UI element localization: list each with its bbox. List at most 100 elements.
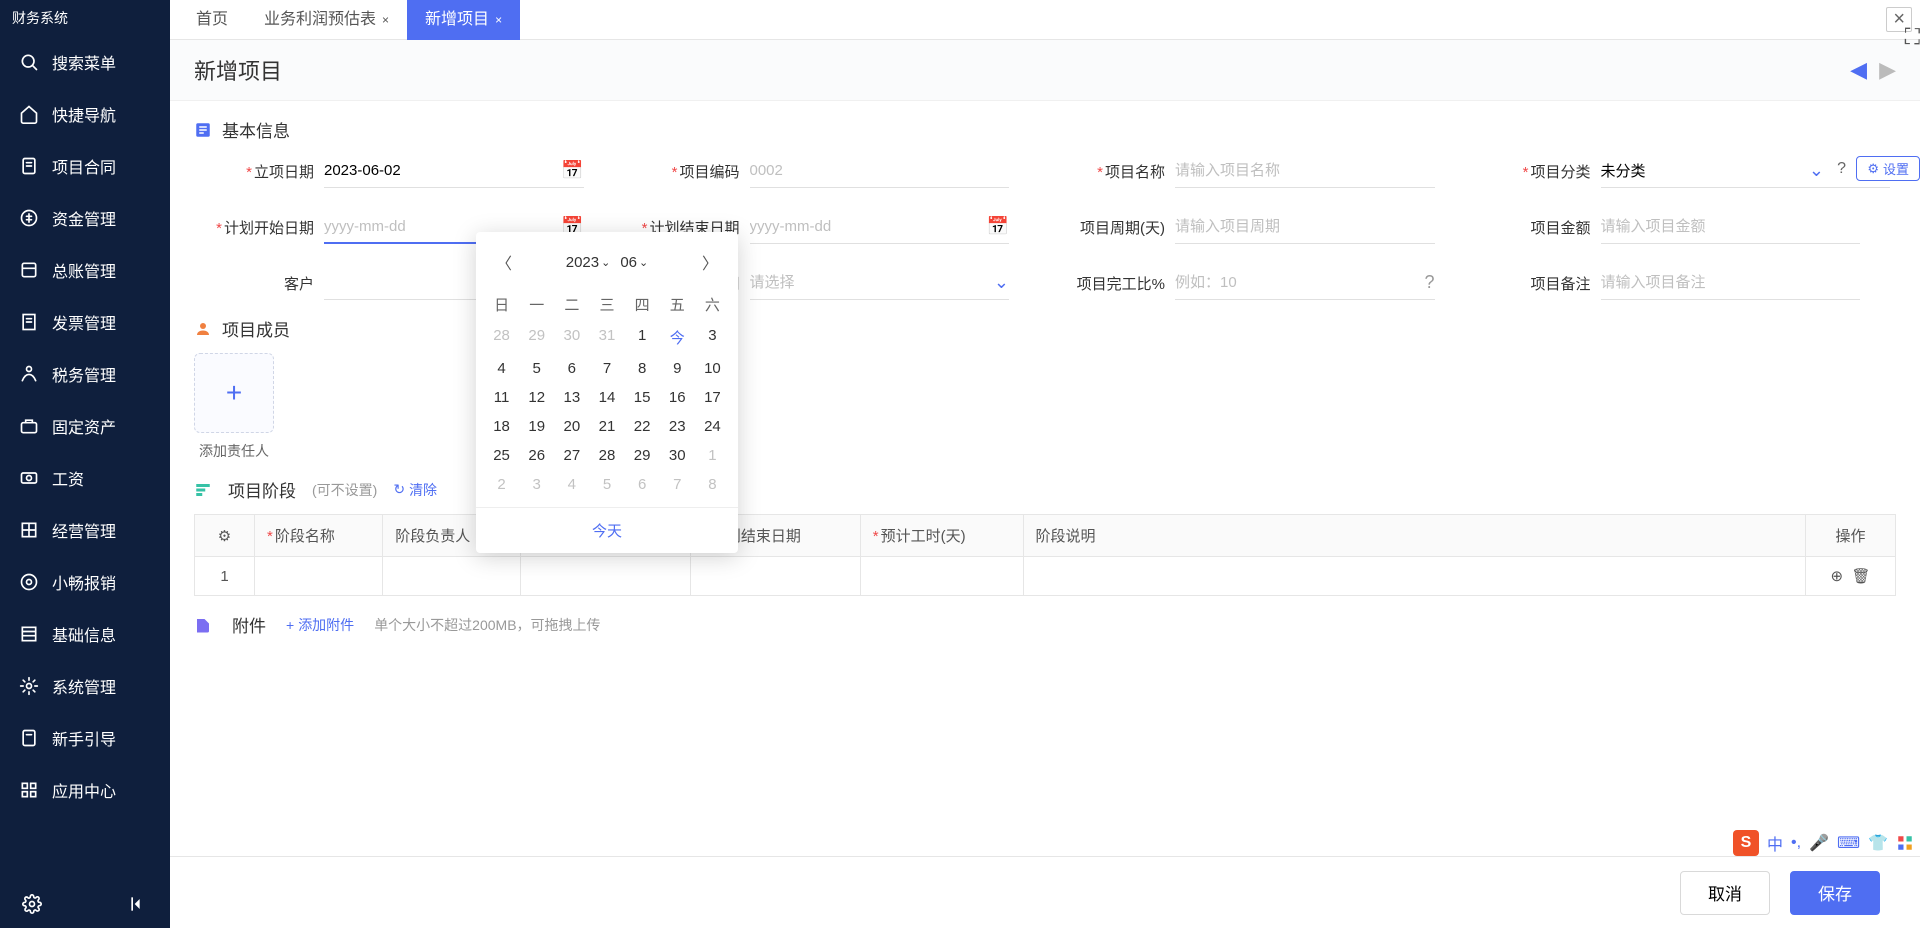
delete-row-icon[interactable]: 🗑 [1851, 568, 1870, 585]
dp-day[interactable]: 3 [695, 321, 730, 354]
remark-field[interactable] [1601, 266, 1861, 300]
dp-day[interactable]: 19 [519, 412, 554, 441]
estab-date-field[interactable] [324, 154, 584, 188]
dp-day[interactable]: 28 [589, 441, 624, 470]
dp-day[interactable]: 今 [660, 321, 695, 354]
ime-lang[interactable]: 中 [1767, 831, 1783, 855]
dept-select[interactable] [750, 266, 1010, 300]
help-icon[interactable]: ? [1837, 160, 1846, 178]
dp-day[interactable]: 5 [589, 470, 624, 499]
next-record-icon[interactable]: ▶ [1879, 57, 1896, 83]
tab-0[interactable]: 首页 [178, 0, 246, 40]
sidebar-item-1[interactable]: 快捷导航 [0, 88, 170, 140]
dp-day[interactable]: 1 [625, 321, 660, 354]
dp-day[interactable]: 9 [660, 354, 695, 383]
dp-day[interactable]: 12 [519, 383, 554, 412]
sidebar-item-3[interactable]: 资金管理 [0, 192, 170, 244]
collapse-icon[interactable] [128, 894, 148, 914]
keyboard-icon[interactable]: ⌨ [1837, 833, 1860, 853]
year-select[interactable]: 2023⌄ [566, 254, 611, 271]
dp-day[interactable]: 30 [554, 321, 589, 354]
proj-class-select[interactable] [1601, 154, 1891, 188]
sidebar-item-12[interactable]: 系统管理 [0, 660, 170, 712]
dp-day[interactable]: 4 [554, 470, 589, 499]
sidebar-item-6[interactable]: 税务管理 [0, 348, 170, 400]
skin-icon[interactable]: 👕 [1868, 833, 1888, 853]
dp-day[interactable]: 20 [554, 412, 589, 441]
sidebar-item-5[interactable]: 发票管理 [0, 296, 170, 348]
dp-day[interactable]: 14 [589, 383, 624, 412]
close-icon[interactable]: × [382, 0, 389, 40]
prev-month-icon[interactable]: 〈 [492, 246, 516, 278]
dp-day[interactable]: 8 [625, 354, 660, 383]
dp-day[interactable]: 24 [695, 412, 730, 441]
proj-code-field[interactable] [750, 154, 1010, 188]
chevron-down-icon[interactable]: ⌄ [994, 272, 1009, 293]
dp-day[interactable]: 23 [660, 412, 695, 441]
dp-day[interactable]: 25 [484, 441, 519, 470]
sidebar-item-14[interactable]: 应用中心 [0, 764, 170, 816]
sidebar-item-11[interactable]: 基础信息 [0, 608, 170, 660]
clear-phases-link[interactable]: ↻清除 [393, 480, 437, 500]
dp-day[interactable]: 2 [484, 470, 519, 499]
dp-day[interactable]: 31 [589, 321, 624, 354]
dp-day[interactable]: 1 [695, 441, 730, 470]
gear-icon[interactable]: ⚙ [218, 528, 231, 545]
month-select[interactable]: 06⌄ [620, 254, 648, 271]
grid-icon[interactable] [1896, 834, 1914, 852]
sidebar-item-13[interactable]: 新手引导 [0, 712, 170, 764]
help-icon[interactable]: ? [1424, 272, 1434, 293]
calendar-icon[interactable]: 📅 [561, 160, 583, 181]
add-row-icon[interactable]: ⊕ [1831, 568, 1844, 585]
prev-record-icon[interactable]: ◀ [1850, 57, 1867, 83]
dp-day[interactable]: 27 [554, 441, 589, 470]
dp-day[interactable]: 28 [484, 321, 519, 354]
dp-day[interactable]: 29 [519, 321, 554, 354]
dp-day[interactable]: 11 [484, 383, 519, 412]
calendar-icon[interactable]: 📅 [987, 216, 1009, 237]
classify-setting-button[interactable]: ⚙设置 [1856, 156, 1920, 181]
table-row[interactable]: 1⊕ 🗑 [195, 557, 1896, 596]
dp-day[interactable]: 10 [695, 354, 730, 383]
dp-day[interactable]: 18 [484, 412, 519, 441]
dp-day[interactable]: 26 [519, 441, 554, 470]
amount-field[interactable] [1601, 210, 1861, 244]
sidebar-item-9[interactable]: 经营管理 [0, 504, 170, 556]
tab-1[interactable]: 业务利润预估表× [246, 0, 407, 40]
cancel-button[interactable]: 取消 [1680, 871, 1770, 915]
dp-day[interactable]: 4 [484, 354, 519, 383]
dp-day[interactable]: 21 [589, 412, 624, 441]
dp-day[interactable]: 5 [519, 354, 554, 383]
dp-day[interactable]: 6 [625, 470, 660, 499]
dp-day[interactable]: 16 [660, 383, 695, 412]
sidebar-item-0[interactable]: 搜索菜单 [0, 36, 170, 88]
datepicker[interactable]: 〈 2023⌄ 06⌄ 〉 日一二三四五六282930311今345678910… [476, 232, 738, 553]
fullscreen-icon[interactable]: ⛶ [1905, 24, 1920, 50]
dp-day[interactable]: 13 [554, 383, 589, 412]
content-scroll[interactable]: 基本信息 *立项日期 📅 *项目编码 *项目名称 *项目分类 ⌄ ? ⚙设置 *… [170, 101, 1920, 928]
mic-icon[interactable]: 🎤 [1809, 833, 1829, 853]
progress-field[interactable] [1175, 266, 1435, 300]
sidebar-item-4[interactable]: 总账管理 [0, 244, 170, 296]
sogou-icon[interactable]: S [1733, 830, 1759, 856]
add-member-button[interactable]: + [194, 353, 274, 433]
save-button[interactable]: 保存 [1790, 871, 1880, 915]
ime-punct-icon[interactable]: •, [1791, 834, 1801, 852]
dp-day[interactable]: 15 [625, 383, 660, 412]
sidebar-item-7[interactable]: 固定资产 [0, 400, 170, 452]
dp-day[interactable]: 8 [695, 470, 730, 499]
proj-name-field[interactable] [1175, 154, 1435, 188]
dp-day[interactable]: 22 [625, 412, 660, 441]
add-attachment-link[interactable]: + 添加附件 [286, 615, 354, 635]
gear-icon[interactable] [22, 894, 42, 914]
dp-day[interactable]: 7 [660, 470, 695, 499]
tab-2[interactable]: 新增项目× [407, 0, 520, 40]
plan-end-field[interactable] [750, 210, 1010, 244]
duration-field[interactable] [1175, 210, 1435, 244]
dp-day[interactable]: 7 [589, 354, 624, 383]
datepicker-today-button[interactable]: 今天 [476, 507, 738, 553]
chevron-down-icon[interactable]: ⌄ [1809, 160, 1824, 181]
next-month-icon[interactable]: 〉 [698, 246, 722, 278]
dp-day[interactable]: 17 [695, 383, 730, 412]
sidebar-item-10[interactable]: 小畅报销 [0, 556, 170, 608]
